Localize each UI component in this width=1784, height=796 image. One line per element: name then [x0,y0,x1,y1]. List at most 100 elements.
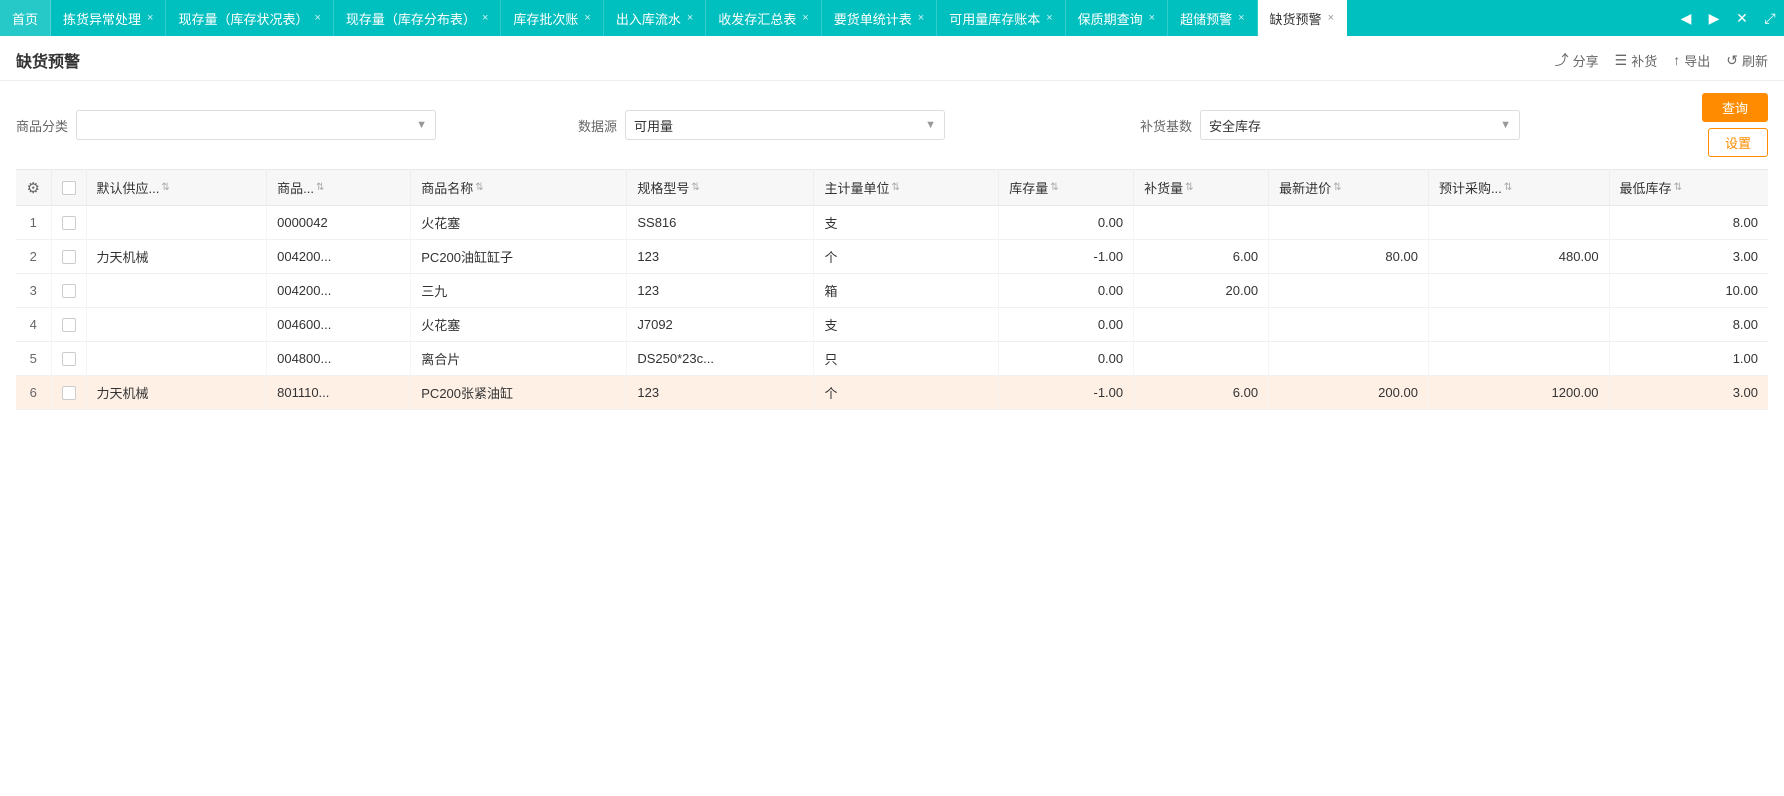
row-checkbox[interactable] [62,216,76,230]
tab-expiry-query[interactable]: 保质期查询 × [1066,0,1168,36]
sort-product-code[interactable]: 商品... ⇅ [277,178,400,197]
cell-stock-qty: 0.00 [999,308,1134,342]
tab-exception[interactable]: 拣货异常处理 × [51,0,166,36]
tab-receipt-summary[interactable]: 收发存汇总表 × [706,0,821,36]
row-checkbox[interactable] [62,250,76,264]
tab-inventory-dist[interactable]: 现存量（库存分布表） × [334,0,501,36]
close-tab-button[interactable]: ✕ [1728,0,1756,36]
cell-replenish-qty [1134,206,1269,240]
replenish-base-select[interactable]: 安全库存 ▼ [1200,110,1520,140]
close-exception-icon[interactable]: × [147,13,153,24]
sort-unit[interactable]: 主计量单位 ⇅ [824,178,988,197]
tab-home[interactable]: 首页 [0,0,51,36]
share-button[interactable]: ⤴ 分享 [1555,50,1599,70]
cell-stock-qty: 0.00 [999,206,1134,240]
page-header: 缺货预警 ⤴ 分享 ☰ 补货 ↑ 导出 ↺ 刷新 [0,36,1784,81]
refresh-button[interactable]: ↺ 刷新 [1726,51,1768,70]
cell-supplier: 力天机械 [86,240,267,274]
th-replenish-qty[interactable]: 补货量 ⇅ [1134,170,1269,206]
close-available-ledger-icon[interactable]: × [1046,13,1052,24]
tab-exception-label: 拣货异常处理 [63,9,141,28]
row-checkbox[interactable] [62,284,76,298]
close-order-stats-icon[interactable]: × [918,13,924,24]
th-product-code[interactable]: 商品... ⇅ [267,170,411,206]
table-row[interactable]: 5 004800... 离合片 DS250*23c... 只 0.00 1.00 [16,342,1768,376]
sort-min-stock[interactable]: 最低库存 ⇅ [1620,178,1758,197]
row-checkbox[interactable] [62,318,76,332]
row-num: 2 [16,240,51,274]
tab-inventory-dist-label: 现存量（库存分布表） [346,9,476,28]
query-button[interactable]: 查询 [1702,93,1768,122]
cell-supplier [86,274,267,308]
row-checkbox-cell [51,240,86,274]
gear-settings-icon[interactable]: ⚙ [27,180,40,197]
sort-latest-price[interactable]: 最新进价 ⇅ [1279,178,1418,197]
row-num: 6 [16,376,51,410]
select-all-checkbox[interactable] [62,181,76,195]
th-default-supplier[interactable]: 默认供应... ⇅ [86,170,267,206]
table-container: ⚙ 默认供应... ⇅ 商品... ⇅ [0,169,1784,410]
export-button[interactable]: ↑ 导出 [1673,51,1710,70]
close-shortage-icon[interactable]: × [1328,13,1334,24]
table-row[interactable]: 3 004200... 三九 123 箱 0.00 20.00 10.00 [16,274,1768,308]
tab-order-stats[interactable]: 要货单统计表 × [822,0,937,36]
maximize-button[interactable]: ⤢ [1756,0,1784,36]
sort-default-supplier[interactable]: 默认供应... ⇅ [97,178,257,197]
tab-shortage[interactable]: 缺货预警 × [1258,0,1347,36]
close-batch-account-icon[interactable]: × [584,13,590,24]
close-receipt-summary-icon[interactable]: × [802,13,808,24]
replenish-base-label: 补货基数 [1140,116,1192,135]
sort-replenish-qty[interactable]: 补货量 ⇅ [1144,178,1258,197]
tab-overstock[interactable]: 超储预警 × [1168,0,1257,36]
product-category-select[interactable]: ▼ [76,110,436,140]
th-unit[interactable]: 主计量单位 ⇅ [814,170,999,206]
th-est-purchase[interactable]: 预计采购... ⇅ [1428,170,1609,206]
sort-icon-est-purchase: ⇅ [1504,182,1512,193]
th-min-stock[interactable]: 最低库存 ⇅ [1609,170,1768,206]
data-source-select[interactable]: 可用量 ▼ [625,110,945,140]
replenish-base-arrow-icon: ▼ [1500,119,1511,131]
cell-spec: 123 [627,274,814,308]
table-row[interactable]: 2 力天机械 004200... PC200油缸缸子 123 个 -1.00 6… [16,240,1768,274]
tab-batch-account[interactable]: 库存批次账 × [501,0,603,36]
th-stock-qty[interactable]: 库存量 ⇅ [999,170,1134,206]
row-checkbox[interactable] [62,352,76,366]
next-tab-button[interactable]: ▶ [1700,0,1728,36]
table-row[interactable]: 4 004600... 火花塞 J7092 支 0.00 8.00 [16,308,1768,342]
cell-spec: 123 [627,240,814,274]
tab-inout-flow[interactable]: 出入库流水 × [604,0,706,36]
cell-latest-price: 200.00 [1269,376,1429,410]
th-product-name[interactable]: 商品名称 ⇅ [411,170,627,206]
close-overstock-icon[interactable]: × [1238,13,1244,24]
table-header-row: ⚙ 默认供应... ⇅ 商品... ⇅ [16,170,1768,206]
table-row[interactable]: 1 0000042 火花塞 SS816 支 0.00 8.00 [16,206,1768,240]
tab-available-ledger[interactable]: 可用量库存账本 × [937,0,1065,36]
replenish-icon: ☰ [1615,52,1628,69]
sort-product-name[interactable]: 商品名称 ⇅ [421,178,616,197]
cell-unit: 支 [814,308,999,342]
close-expiry-query-icon[interactable]: × [1149,13,1155,24]
sort-est-purchase[interactable]: 预计采购... ⇅ [1439,178,1599,197]
prev-tab-button[interactable]: ◀ [1672,0,1700,36]
table-row[interactable]: 6 力天机械 801110... PC200张紧油缸 123 个 -1.00 6… [16,376,1768,410]
cell-stock-qty: -1.00 [999,376,1134,410]
share-icon: ⤴ [1555,50,1569,70]
close-inventory-dist-icon[interactable]: × [482,13,488,24]
cell-est-purchase: 480.00 [1428,240,1609,274]
tab-inventory-status[interactable]: 现存量（库存状况表） × [166,0,333,36]
th-spec[interactable]: 规格型号 ⇅ [627,170,814,206]
sort-icon-replenish-qty: ⇅ [1185,182,1193,193]
cell-product-code: 0000042 [267,206,411,240]
row-checkbox[interactable] [62,386,76,400]
th-latest-price[interactable]: 最新进价 ⇅ [1269,170,1429,206]
sort-stock-qty[interactable]: 库存量 ⇅ [1009,178,1123,197]
close-inout-flow-icon[interactable]: × [687,13,693,24]
sort-spec[interactable]: 规格型号 ⇅ [637,178,803,197]
replenish-button[interactable]: ☰ 补货 [1615,51,1658,70]
tab-inventory-status-label: 现存量（库存状况表） [178,9,308,28]
close-inventory-status-icon[interactable]: × [314,13,320,24]
refresh-icon: ↺ [1726,52,1738,69]
settings-button[interactable]: 设置 [1708,128,1768,157]
replenish-label: 补货 [1631,51,1657,70]
cell-supplier [86,342,267,376]
